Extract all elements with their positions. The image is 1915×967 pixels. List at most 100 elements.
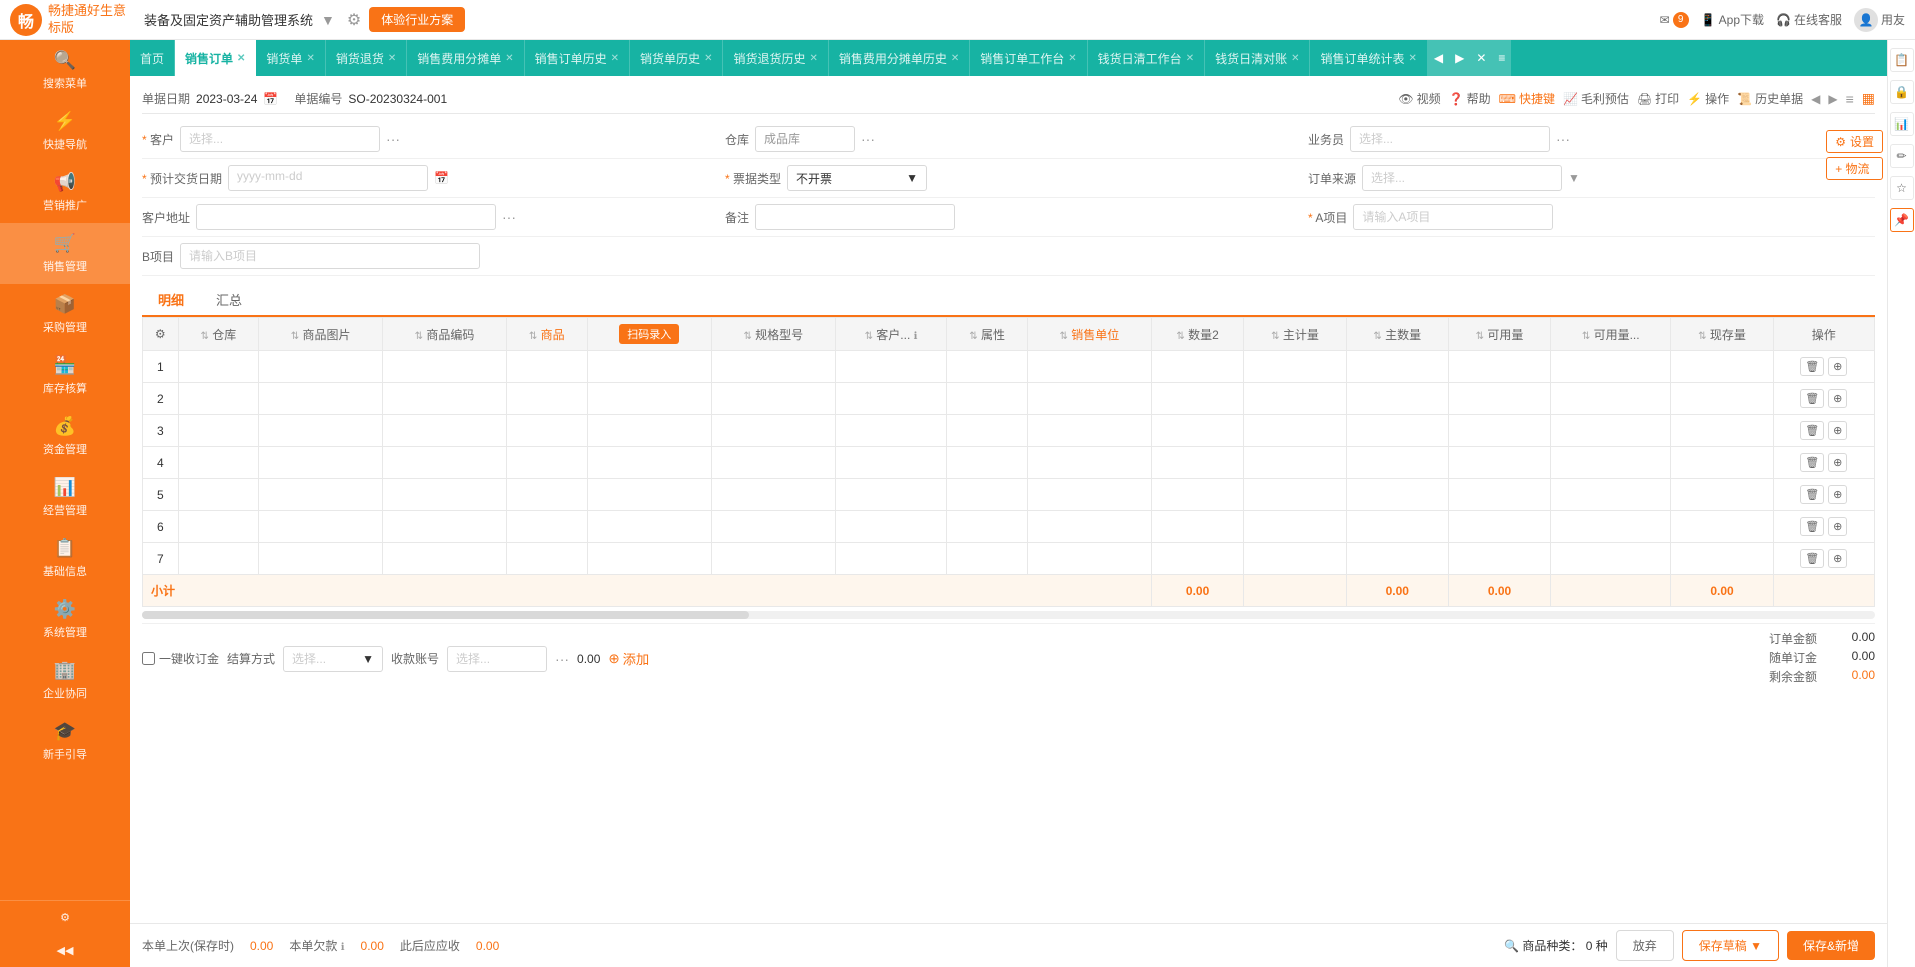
row3-qty2[interactable]: [1151, 415, 1244, 447]
sidebar-collapse-btn[interactable]: ◀◀: [0, 934, 130, 967]
row4-main-qty[interactable]: [1346, 447, 1448, 479]
scan-btn[interactable]: 扫码录入: [619, 324, 679, 344]
row7-img[interactable]: [259, 543, 383, 575]
row6-delete-btn[interactable]: 🗑: [1800, 517, 1824, 536]
discard-btn[interactable]: 放弃: [1616, 930, 1674, 961]
row6-property[interactable]: [947, 511, 1028, 543]
row3-spec[interactable]: [711, 415, 835, 447]
th-main-unit[interactable]: ⇅ 主计量: [1244, 318, 1346, 351]
b-project-input[interactable]: 请输入B项目: [180, 243, 480, 269]
order-source-input[interactable]: 选择...: [1362, 165, 1562, 191]
row6-copy-btn[interactable]: ⊕: [1828, 517, 1847, 536]
tab-close-daily-clear[interactable]: ✕: [1186, 53, 1194, 64]
row1-available2[interactable]: [1551, 351, 1671, 383]
row1-copy-btn[interactable]: ⊕: [1828, 357, 1847, 376]
row5-code[interactable]: [383, 479, 507, 511]
tab-sales-stat[interactable]: 销售订单统计表 ✕: [1310, 40, 1427, 76]
tab-daily-reconcile[interactable]: 钱货日清对账 ✕: [1205, 40, 1310, 76]
row2-warehouse[interactable]: [178, 383, 259, 415]
save-new-btn[interactable]: 保存&新增: [1787, 931, 1875, 960]
save-draft-btn[interactable]: 保存草稿 ▼: [1682, 930, 1779, 961]
message-area[interactable]: ✉ 9: [1660, 12, 1689, 28]
operation-btn[interactable]: ⚡ 操作: [1687, 90, 1729, 107]
row4-property[interactable]: [947, 447, 1028, 479]
auto-collect-checkbox[interactable]: [142, 652, 155, 665]
row5-available2[interactable]: [1551, 479, 1671, 511]
row5-main-qty[interactable]: [1346, 479, 1448, 511]
tab-return-history[interactable]: 销货退货历史 ✕: [723, 40, 828, 76]
online-service-btn[interactable]: 🎧 在线客服: [1776, 11, 1842, 28]
rp-icon-6[interactable]: 📌: [1890, 208, 1914, 232]
tab-close-fee-history[interactable]: ✕: [951, 53, 959, 64]
row7-qty2[interactable]: [1151, 543, 1244, 575]
prev-record-btn[interactable]: ◀: [1811, 92, 1820, 106]
row2-property[interactable]: [947, 383, 1028, 415]
sidebar-item-enterprise[interactable]: 🏢 企业协同: [0, 650, 130, 711]
row1-product[interactable]: [506, 351, 587, 383]
row7-main-qty[interactable]: [1346, 543, 1448, 575]
tab-menu-btn[interactable]: ≡: [1492, 40, 1511, 76]
row2-main-unit[interactable]: [1244, 383, 1346, 415]
row3-available2[interactable]: [1551, 415, 1671, 447]
row5-property[interactable]: [947, 479, 1028, 511]
auto-collect-label[interactable]: 一键收订金: [142, 650, 219, 667]
address-more-btn[interactable]: ···: [502, 209, 516, 225]
warehouse-more-btn[interactable]: ···: [861, 131, 875, 147]
list-view-btn[interactable]: ≡: [1846, 91, 1854, 107]
row5-current[interactable]: [1671, 479, 1773, 511]
row6-unit[interactable]: [1027, 511, 1151, 543]
rp-icon-2[interactable]: 🔒: [1890, 80, 1914, 104]
rp-icon-1[interactable]: 📋: [1890, 48, 1914, 72]
note-input[interactable]: [755, 204, 955, 230]
th-settings[interactable]: ⚙: [143, 318, 179, 351]
delivery-input[interactable]: yyyy-mm-dd: [228, 165, 428, 191]
th-product[interactable]: ⇅ 商品: [506, 318, 587, 351]
system-dropdown-icon[interactable]: ▼: [321, 12, 335, 28]
row7-spec[interactable]: [711, 543, 835, 575]
sidebar-item-inventory[interactable]: 🏪 库存核算: [0, 345, 130, 406]
row6-main-qty[interactable]: [1346, 511, 1448, 543]
row2-qty2[interactable]: [1151, 383, 1244, 415]
th-product-img[interactable]: ⇅ 商品图片: [259, 318, 383, 351]
sidebar-item-sales[interactable]: 🛒 销售管理: [0, 223, 130, 284]
profit-btn[interactable]: 📈 毛利预估: [1563, 90, 1629, 107]
tab-close-sales-return[interactable]: ✕: [306, 53, 314, 64]
row4-product[interactable]: [506, 447, 587, 479]
th-product-code[interactable]: ⇅ 商品编码: [383, 318, 507, 351]
staff-input[interactable]: 选择...: [1350, 126, 1550, 152]
invoice-select[interactable]: 不开票 ▼: [787, 165, 927, 191]
row7-customer-code[interactable]: [835, 543, 947, 575]
tab-sales-fee[interactable]: 销售费用分摊单 ✕: [407, 40, 524, 76]
row6-img[interactable]: [259, 511, 383, 543]
row3-available[interactable]: [1448, 415, 1550, 447]
address-input[interactable]: [196, 204, 496, 230]
customer-input[interactable]: 选择...: [180, 126, 380, 152]
th-customer-code[interactable]: ⇅ 客户... ℹ: [835, 318, 947, 351]
sidebar-item-search[interactable]: 🔍 搜索菜单: [0, 40, 130, 101]
sidebar-item-operations[interactable]: 📊 经营管理: [0, 467, 130, 528]
row7-main-unit[interactable]: [1244, 543, 1346, 575]
row4-img[interactable]: [259, 447, 383, 479]
scrollbar-thumb[interactable]: [142, 611, 749, 619]
view-btn[interactable]: 👁 视频: [1398, 90, 1440, 107]
row2-product[interactable]: [506, 383, 587, 415]
tab-close-return-history[interactable]: ✕: [809, 53, 817, 64]
setting-btn[interactable]: ⚙ 设置: [1826, 130, 1883, 153]
horizontal-scrollbar[interactable]: [142, 611, 1875, 619]
th-scan[interactable]: 扫码录入: [587, 318, 711, 351]
warehouse-input[interactable]: 成品库: [755, 126, 855, 152]
row6-code[interactable]: [383, 511, 507, 543]
row4-delete-btn[interactable]: 🗑: [1800, 453, 1824, 472]
sidebar-item-finance[interactable]: 💰 资金管理: [0, 406, 130, 467]
solution-btn[interactable]: 体验行业方案: [369, 7, 465, 32]
account-more-btn[interactable]: ···: [555, 651, 569, 667]
tab-detail[interactable]: 明细: [142, 284, 200, 317]
th-qty2[interactable]: ⇅ 数量2: [1151, 318, 1244, 351]
row2-unit[interactable]: [1027, 383, 1151, 415]
row1-warehouse[interactable]: [178, 351, 259, 383]
rp-icon-5[interactable]: ☆: [1890, 176, 1914, 200]
row6-current[interactable]: [1671, 511, 1773, 543]
tab-sales-order[interactable]: 销售订单 ✕: [175, 40, 256, 76]
tab-close-reconcile[interactable]: ✕: [1291, 53, 1299, 64]
row2-available2[interactable]: [1551, 383, 1671, 415]
